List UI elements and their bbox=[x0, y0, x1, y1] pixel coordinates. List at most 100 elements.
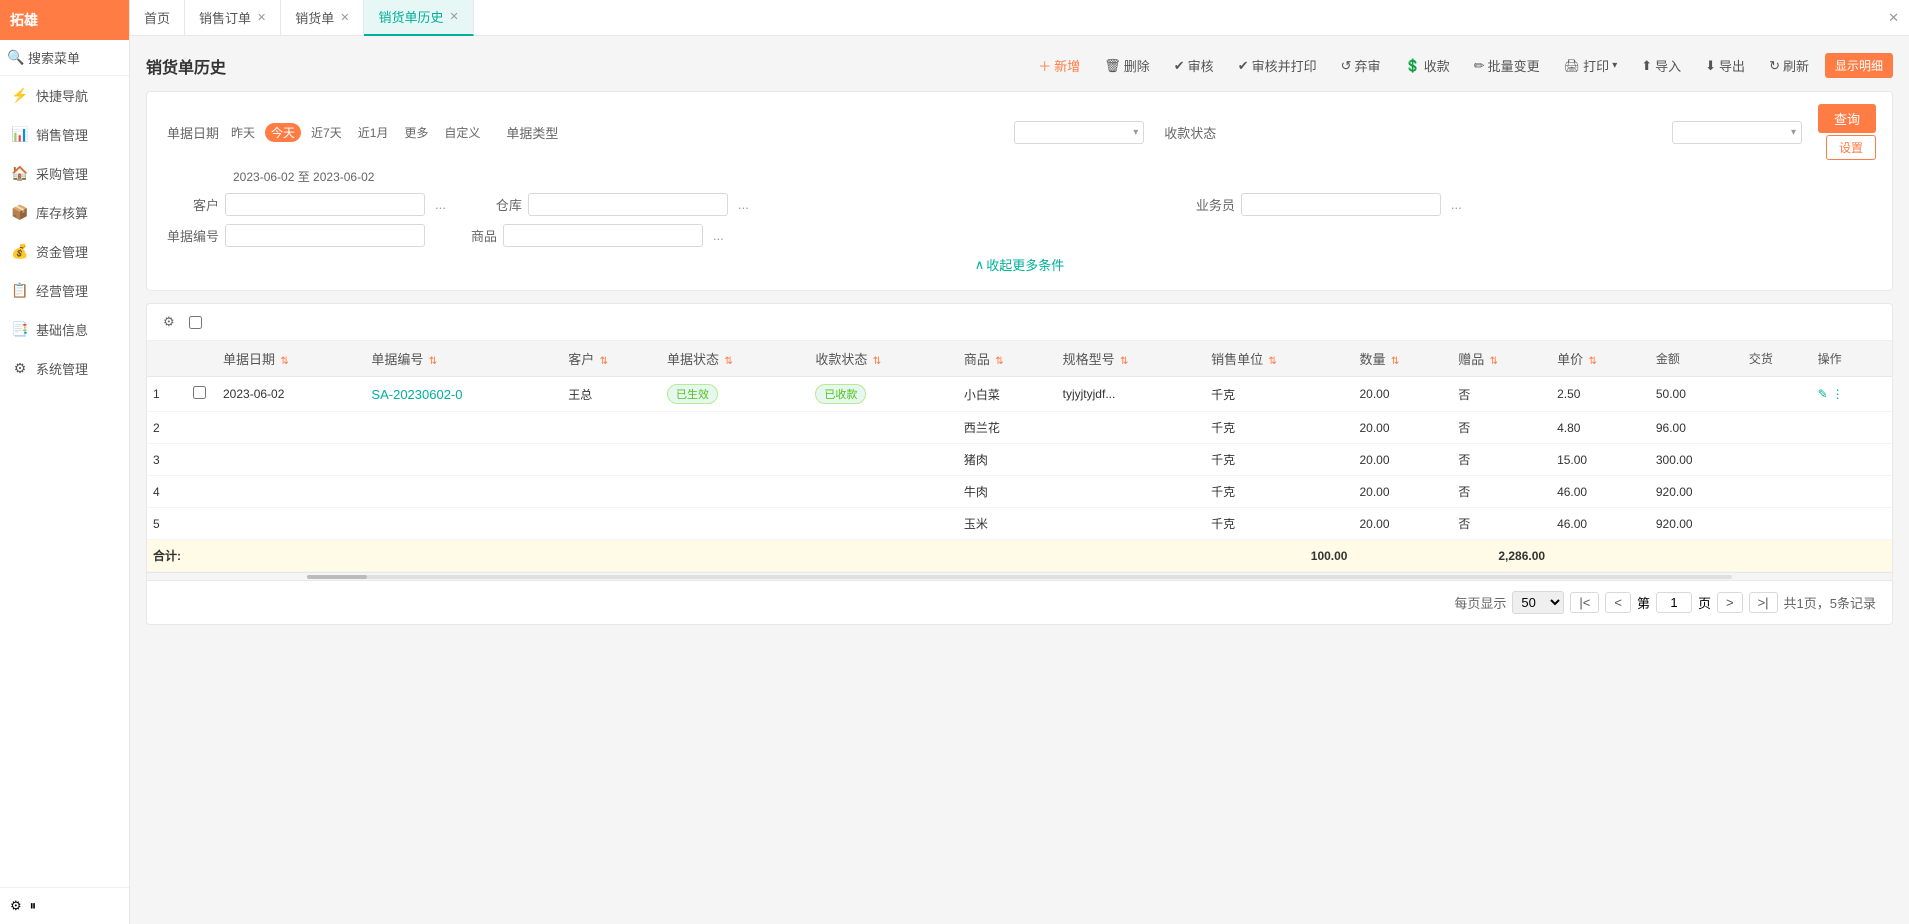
sidebar-item-label: 采购管理 bbox=[36, 164, 88, 183]
date-tag-7days[interactable]: 近7天 bbox=[305, 123, 348, 142]
pay-status-select[interactable] bbox=[1672, 121, 1802, 144]
date-tag-custom[interactable]: 自定义 bbox=[438, 123, 486, 142]
sidebar-item-sales-mgmt[interactable]: 📊 销售管理 bbox=[0, 115, 129, 154]
tab-sales-order-close[interactable]: ✕ bbox=[257, 11, 266, 24]
per-page-select[interactable]: 50 100 bbox=[1512, 591, 1564, 614]
salesperson-input[interactable] bbox=[1241, 193, 1441, 216]
abandon-label: 弃审 bbox=[1355, 56, 1381, 75]
select-all-checkbox[interactable] bbox=[189, 316, 202, 329]
collapse-filter-button[interactable]: ∧ 收起更多条件 bbox=[975, 255, 1065, 274]
col-spec-sort-icon[interactable]: ⇅ bbox=[1120, 356, 1128, 367]
row-checkbox[interactable] bbox=[193, 386, 206, 399]
doc-type-select[interactable] bbox=[1014, 121, 1144, 144]
customer-input[interactable] bbox=[225, 193, 425, 216]
first-page-button[interactable]: |< bbox=[1570, 592, 1599, 613]
refresh-button[interactable]: ↻ 刷新 bbox=[1761, 52, 1817, 79]
cell-seq: 4 bbox=[147, 476, 187, 508]
date-tag-more[interactable]: 更多 bbox=[398, 123, 434, 142]
query-button[interactable]: 查询 bbox=[1818, 104, 1876, 133]
tab-sales-history-close[interactable]: ✕ bbox=[450, 10, 459, 23]
filter-settings-button[interactable]: 设置 bbox=[1826, 135, 1876, 160]
page-number-input[interactable] bbox=[1656, 592, 1692, 613]
cell-amount: 920.00 bbox=[1650, 476, 1743, 508]
cell-gift: 否 bbox=[1452, 476, 1551, 508]
goods-label: 商品 bbox=[441, 226, 497, 245]
refresh-label: 刷新 bbox=[1783, 56, 1809, 75]
col-price-sort-icon[interactable]: ⇅ bbox=[1588, 356, 1596, 367]
last-page-button[interactable]: >| bbox=[1749, 592, 1778, 613]
display-detail-button[interactable]: 显示明细 bbox=[1825, 53, 1893, 78]
date-range-selector: 昨天 今天 近7天 近1月 更多 自定义 bbox=[225, 123, 486, 142]
col-date: 单据日期 ⇅ bbox=[217, 341, 365, 377]
cell-pay-status bbox=[809, 508, 957, 540]
cell-gift: 否 bbox=[1452, 412, 1551, 444]
customer-dots-button[interactable]: ... bbox=[431, 197, 450, 212]
cell-checkbox bbox=[187, 444, 217, 476]
table-row: 1 2023-06-02 SA-20230602-0 王总 已生效 已收款 小白… bbox=[147, 377, 1892, 412]
tab-sales-order[interactable]: 销售订单 ✕ bbox=[185, 0, 281, 36]
cell-seq: 3 bbox=[147, 444, 187, 476]
col-gift-sort-icon[interactable]: ⇅ bbox=[1490, 356, 1498, 367]
add-button[interactable]: ＋ 新增 bbox=[1030, 52, 1088, 79]
horizontal-scrollbar[interactable] bbox=[147, 572, 1892, 580]
edit-action-button[interactable]: ✎ bbox=[1818, 387, 1828, 401]
doc-no-link[interactable]: SA-20230602-0 bbox=[371, 387, 462, 402]
tab-sales-delivery[interactable]: 销货单 ✕ bbox=[281, 0, 364, 36]
settings-icon[interactable]: ⚙ bbox=[10, 898, 22, 914]
col-docno-sort-icon[interactable]: ⇅ bbox=[429, 356, 437, 367]
scrollbar-thumb[interactable] bbox=[307, 575, 367, 579]
salesperson-dots-button[interactable]: ... bbox=[1447, 197, 1466, 212]
sidebar-item-operations[interactable]: 📋 经营管理 bbox=[0, 271, 129, 310]
scrollbar-track bbox=[307, 575, 1732, 579]
tab-sales-delivery-close[interactable]: ✕ bbox=[340, 11, 349, 24]
goods-dots-button[interactable]: ... bbox=[709, 228, 728, 243]
audit-print-button[interactable]: ✔ 审核并打印 bbox=[1230, 52, 1325, 79]
sidebar-item-quick-nav[interactable]: ⚡ 快捷导航 bbox=[0, 76, 129, 115]
cell-action bbox=[1812, 444, 1892, 476]
export-button[interactable]: ⬇ 导出 bbox=[1697, 52, 1753, 79]
tabs-more[interactable]: ✕ bbox=[1888, 10, 1909, 26]
date-tag-yesterday[interactable]: 昨天 bbox=[225, 123, 261, 142]
sidebar-item-basic-info[interactable]: 📑 基础信息 bbox=[0, 310, 129, 349]
cell-doc-status bbox=[661, 412, 809, 444]
cell-spec bbox=[1057, 476, 1205, 508]
sidebar-item-purchase-mgmt[interactable]: 🏠 采购管理 bbox=[0, 154, 129, 193]
receive-button[interactable]: 💲 收款 bbox=[1397, 52, 1458, 79]
cell-doc-no bbox=[365, 412, 562, 444]
sidebar-search-menu[interactable]: 🔍 搜索菜单 bbox=[0, 40, 129, 76]
col-qty-sort-icon[interactable]: ⇅ bbox=[1391, 356, 1399, 367]
pause-icon[interactable]: ⏸ bbox=[30, 898, 37, 914]
tab-sales-history[interactable]: 销货单历史 ✕ bbox=[364, 0, 473, 36]
tab-home[interactable]: 首页 bbox=[130, 0, 185, 36]
delete-button[interactable]: 🗑 删除 bbox=[1096, 52, 1158, 79]
sidebar-item-sys-mgmt[interactable]: ⚙ 系统管理 bbox=[0, 349, 129, 388]
audit-button[interactable]: ✔ 审核 bbox=[1166, 52, 1222, 79]
print-button[interactable]: 🖨 打印 bbox=[1556, 52, 1626, 79]
sidebar-item-finance[interactable]: 💰 资金管理 bbox=[0, 232, 129, 271]
date-range-text: 2023-06-02 至 2023-06-02 bbox=[233, 168, 1876, 185]
next-page-button[interactable]: > bbox=[1717, 592, 1743, 613]
prev-page-button[interactable]: < bbox=[1605, 592, 1631, 613]
cell-doc-no bbox=[365, 508, 562, 540]
col-docstatus-sort-icon[interactable]: ⇅ bbox=[724, 356, 732, 367]
col-transaction: 交货 bbox=[1743, 341, 1812, 377]
col-customer-sort-icon[interactable]: ⇅ bbox=[600, 356, 608, 367]
warehouse-dots-button[interactable]: ... bbox=[734, 197, 753, 212]
abandon-button[interactable]: ↺ 弃审 bbox=[1333, 52, 1389, 79]
date-tag-today[interactable]: 今天 bbox=[265, 123, 301, 142]
col-goods-sort-icon[interactable]: ⇅ bbox=[995, 356, 1003, 367]
goods-input[interactable] bbox=[503, 224, 703, 247]
date-tag-1month[interactable]: 近1月 bbox=[352, 123, 395, 142]
more-action-button[interactable]: ⋮ bbox=[1832, 387, 1844, 401]
table-settings-icon[interactable]: ⚙ bbox=[157, 312, 181, 332]
col-paystatus-sort-icon[interactable]: ⇅ bbox=[873, 356, 881, 367]
docno-input[interactable] bbox=[225, 224, 425, 247]
col-unit-sort-icon[interactable]: ⇅ bbox=[1268, 356, 1276, 367]
col-date-label: 单据日期 bbox=[223, 352, 275, 367]
sidebar-item-inventory[interactable]: 📦 库存核算 bbox=[0, 193, 129, 232]
warehouse-input[interactable] bbox=[528, 193, 728, 216]
import-button[interactable]: ⬆ 导入 bbox=[1633, 52, 1689, 79]
finance-icon: 💰 bbox=[12, 244, 28, 260]
col-date-sort-icon[interactable]: ⇅ bbox=[280, 356, 288, 367]
batch-change-button[interactable]: ✏ 批量变更 bbox=[1466, 52, 1548, 79]
